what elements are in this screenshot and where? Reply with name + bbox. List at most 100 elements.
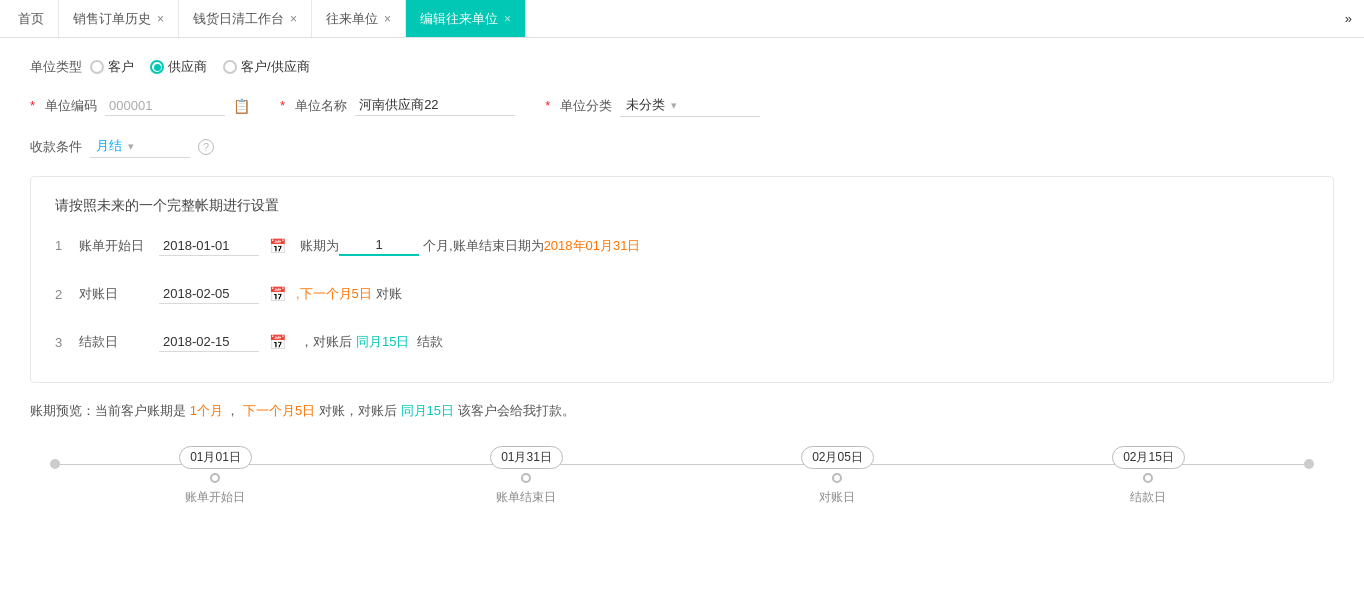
unit-category-arrow: ▾ — [671, 99, 677, 112]
help-icon[interactable]: ? — [198, 139, 214, 155]
preview-middle1: ， — [226, 403, 239, 418]
tab-close-edit-partner[interactable]: × — [504, 12, 511, 26]
tab-close-partner[interactable]: × — [384, 12, 391, 26]
radio-label-both: 客户/供应商 — [241, 58, 310, 76]
tab-home[interactable]: 首页 — [4, 0, 59, 37]
unit-code-star: * — [30, 98, 35, 113]
timeline-dot-3 — [832, 473, 842, 483]
preview-month: 1个月 — [190, 403, 223, 418]
timeline-node-4: 02月15日 结款日 — [1112, 446, 1185, 506]
unit-code-icon[interactable]: 📋 — [233, 98, 250, 114]
unit-category-label: 单位分类 — [560, 97, 612, 115]
period-month-input[interactable] — [339, 235, 419, 256]
unit-code-label: 单位编码 — [45, 97, 97, 115]
timeline-dot-1 — [210, 473, 220, 483]
timeline-end-dot — [1304, 459, 1314, 469]
radio-circle-supplier — [150, 60, 164, 74]
timeline-node-3: 02月05日 对账日 — [801, 446, 874, 506]
unit-category-select[interactable]: 未分类 ▾ — [620, 94, 760, 117]
expand-icon: » — [1345, 11, 1352, 26]
unit-name-label: 单位名称 — [295, 97, 347, 115]
radio-circle-customer — [90, 60, 104, 74]
period-label-3: 结款日 — [79, 333, 159, 351]
timeline-container: 01月01日 账单开始日 01月31日 账单结束日 02月05日 对账日 02月… — [30, 446, 1334, 546]
timeline-date-2: 01月31日 — [490, 446, 563, 469]
preview-next-date: 下一个月5日 — [243, 403, 315, 418]
period-end-date-1: 2018年01月31日 — [544, 237, 641, 255]
tab-edit-partner[interactable]: 编辑往来单位 × — [406, 0, 526, 37]
preview-middle2: 对账，对账后 — [319, 403, 397, 418]
timeline-date-1: 01月01日 — [179, 446, 252, 469]
timeline-date-3: 02月05日 — [801, 446, 874, 469]
radio-label-customer: 客户 — [108, 58, 134, 76]
unit-name-field: * 单位名称 — [280, 96, 515, 116]
unit-type-field: 单位类型 客户 供应商 客户/供应商 — [30, 58, 310, 76]
unit-name-star: * — [280, 98, 285, 113]
unit-code-field: * 单位编码 📋 — [30, 96, 250, 116]
period-suffix2-2: 对账 — [376, 285, 402, 303]
payment-terms-row: 收款条件 月结 ▾ ? — [30, 135, 1334, 158]
timeline-start-dot — [50, 459, 60, 469]
timeline-dot-4 — [1143, 473, 1153, 483]
preview-text: 账期预览：当前客户账期是 1个月 ， 下一个月5日 对账，对账后 同月15日 该… — [30, 399, 1334, 422]
period-num-1: 1 — [55, 238, 79, 253]
period-title: 请按照未来的一个完整帐期进行设置 — [55, 197, 1309, 215]
period-highlight-3: 同月15日 — [356, 333, 409, 351]
tab-close-sales-history[interactable]: × — [157, 12, 164, 26]
period-label-1: 账单开始日 — [79, 237, 159, 255]
timeline-label-3: 对账日 — [819, 489, 855, 506]
period-date-1[interactable] — [159, 236, 259, 256]
timeline-dot-2 — [521, 473, 531, 483]
tab-cash-desk[interactable]: 钱货日清工作台 × — [179, 0, 312, 37]
period-row-1: 1 账单开始日 📅 账期为 个月,账单结束日期为 2018年01月31日 — [55, 235, 1309, 256]
radio-circle-both — [223, 60, 237, 74]
period-label-2: 对账日 — [79, 285, 159, 303]
period-cal-3[interactable]: 📅 — [269, 334, 286, 350]
radio-both[interactable]: 客户/供应商 — [223, 58, 310, 76]
preview-suffix: 该客户会给我打款。 — [458, 403, 575, 418]
period-row-2: 2 对账日 📅 ,下一个月5日 对账 — [55, 284, 1309, 304]
period-suffix-before-1: 账期为 — [300, 237, 339, 255]
period-num-3: 3 — [55, 335, 79, 350]
period-box: 请按照未来的一个完整帐期进行设置 1 账单开始日 📅 账期为 个月,账单结束日期… — [30, 176, 1334, 383]
timeline-node-2: 01月31日 账单结束日 — [490, 446, 563, 506]
unit-type-radio-group: 客户 供应商 客户/供应商 — [90, 58, 310, 76]
period-cal-2[interactable]: 📅 — [269, 286, 286, 302]
payment-terms-select[interactable]: 月结 ▾ — [90, 135, 190, 158]
period-cal-1[interactable]: 📅 — [269, 238, 286, 254]
unit-type-row: 单位类型 客户 供应商 客户/供应商 — [30, 58, 1334, 76]
period-next-date-2: ,下一个月5日 — [296, 285, 372, 303]
timeline-node-1: 01月01日 账单开始日 — [179, 446, 252, 506]
unit-category-value: 未分类 — [626, 96, 665, 114]
period-suffix2-3: 结款 — [417, 333, 443, 351]
tab-sales-history[interactable]: 销售订单历史 × — [59, 0, 179, 37]
unit-type-label: 单位类型 — [30, 58, 82, 76]
unit-info-row: * 单位编码 📋 * 单位名称 * 单位分类 未分类 ▾ — [30, 94, 1334, 117]
radio-supplier[interactable]: 供应商 — [150, 58, 207, 76]
payment-terms-value: 月结 — [96, 137, 122, 155]
unit-category-star: * — [545, 98, 550, 113]
radio-label-supplier: 供应商 — [168, 58, 207, 76]
main-content: 单位类型 客户 供应商 客户/供应商 * 单位编码 — [0, 38, 1364, 608]
timeline-date-4: 02月15日 — [1112, 446, 1185, 469]
period-suffix-3: ，对账后 — [300, 333, 352, 351]
timeline-label-2: 账单结束日 — [496, 489, 556, 506]
timeline-label-1: 账单开始日 — [185, 489, 245, 506]
tab-partner[interactable]: 往来单位 × — [312, 0, 406, 37]
period-date-3[interactable] — [159, 332, 259, 352]
period-suffix-after-1: 个月,账单结束日期为 — [423, 237, 544, 255]
period-row-3: 3 结款日 📅 ，对账后 同月15日 结款 — [55, 332, 1309, 352]
period-num-2: 2 — [55, 287, 79, 302]
timeline-label-4: 结款日 — [1130, 489, 1166, 506]
radio-customer[interactable]: 客户 — [90, 58, 134, 76]
preview-prefix: 账期预览：当前客户账期是 — [30, 403, 186, 418]
tab-bar: 首页 销售订单历史 × 钱货日清工作台 × 往来单位 × 编辑往来单位 × » — [0, 0, 1364, 38]
unit-code-input[interactable] — [105, 96, 225, 116]
payment-terms-field: 收款条件 月结 ▾ ? — [30, 135, 214, 158]
unit-category-field: * 单位分类 未分类 ▾ — [545, 94, 760, 117]
unit-name-input[interactable] — [355, 96, 515, 116]
payment-terms-arrow: ▾ — [128, 140, 134, 153]
tab-expand-button[interactable]: » — [1337, 0, 1360, 37]
period-date-2[interactable] — [159, 284, 259, 304]
tab-close-cash-desk[interactable]: × — [290, 12, 297, 26]
